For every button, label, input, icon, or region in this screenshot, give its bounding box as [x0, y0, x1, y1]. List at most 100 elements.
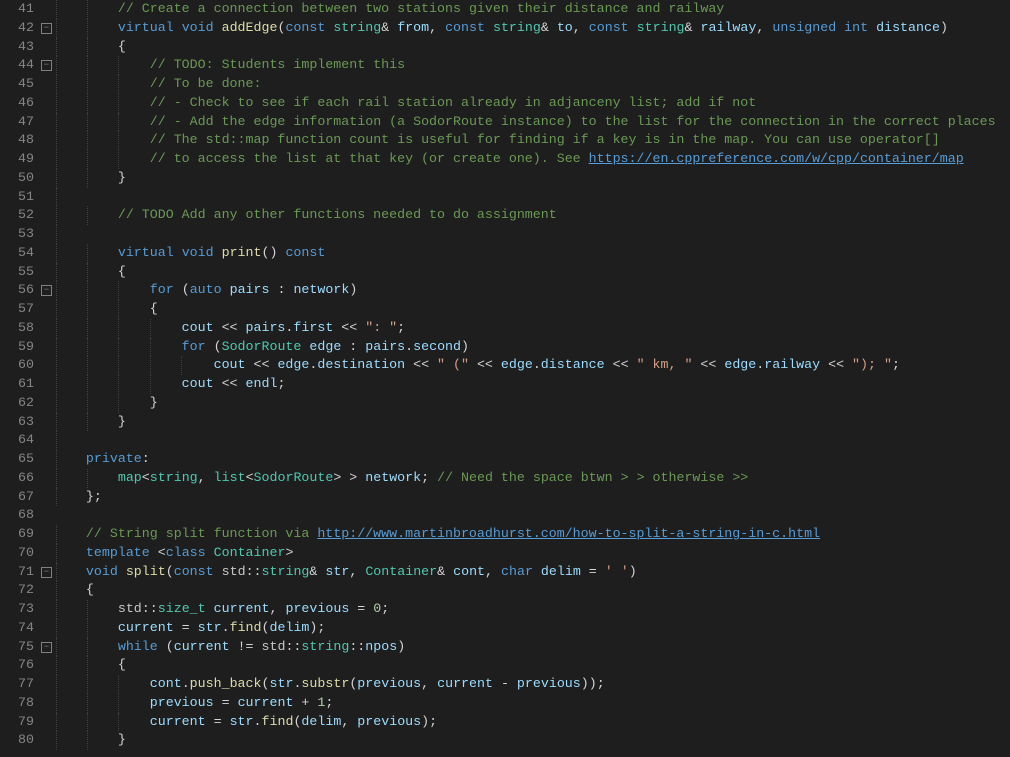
- code-token: cont: [453, 564, 485, 579]
- indent-guide: [56, 413, 57, 432]
- indent-guide: [87, 731, 88, 750]
- code-token: // Create a connection between two stati…: [118, 1, 724, 16]
- code-token: ): [461, 339, 469, 354]
- fold-toggle-icon[interactable]: −: [41, 642, 52, 653]
- code-token: }: [54, 395, 158, 410]
- code-token: (: [166, 564, 174, 579]
- indent-guide: [87, 675, 88, 694]
- line-number: 57: [0, 300, 34, 319]
- line-number: 65: [0, 450, 34, 469]
- code-line[interactable]: cout << pairs.first << ": ";: [54, 319, 1010, 338]
- code-token: find: [262, 714, 294, 729]
- code-token: std: [262, 639, 286, 654]
- code-token: // To be done:: [150, 76, 262, 91]
- code-line[interactable]: // String split function via http://www.…: [54, 525, 1010, 544]
- indent-guide: [56, 600, 57, 619]
- indent-guide: [87, 300, 88, 319]
- line-number: 73: [0, 600, 34, 619]
- fold-toggle-icon[interactable]: −: [41, 285, 52, 296]
- code-line[interactable]: {: [54, 38, 1010, 57]
- code-line[interactable]: }: [54, 394, 1010, 413]
- indent-guide: [118, 300, 119, 319]
- code-line[interactable]: void split(const std::string& str, Conta…: [54, 563, 1010, 582]
- code-token: void: [182, 20, 214, 35]
- line-number: 66: [0, 469, 34, 488]
- indent-guide: [87, 656, 88, 675]
- code-line[interactable]: [54, 225, 1010, 244]
- code-token: str: [198, 620, 222, 635]
- code-line[interactable]: virtual void print() const: [54, 244, 1010, 263]
- line-number: 48: [0, 131, 34, 150]
- code-line[interactable]: [54, 431, 1010, 450]
- fold-toggle-icon[interactable]: −: [41, 60, 52, 71]
- code-line[interactable]: map<string, list<SodorRoute> > network; …: [54, 469, 1010, 488]
- code-line[interactable]: {: [54, 300, 1010, 319]
- indent-guide: [118, 131, 119, 150]
- line-number: 62: [0, 394, 34, 413]
- code-line[interactable]: // to access the list at that key (or cr…: [54, 150, 1010, 169]
- indent-guide: [56, 131, 57, 150]
- code-line[interactable]: cont.push_back(str.substr(previous, curr…: [54, 675, 1010, 694]
- code-token: std: [222, 564, 246, 579]
- indent-guide: [87, 38, 88, 57]
- code-token: <<: [214, 376, 246, 391]
- code-line[interactable]: // - Check to see if each rail station a…: [54, 94, 1010, 113]
- indent-guide: [118, 338, 119, 357]
- code-line[interactable]: current = str.find(delim, previous);: [54, 713, 1010, 732]
- code-line[interactable]: std::size_t current, previous = 0;: [54, 600, 1010, 619]
- code-line[interactable]: previous = current + 1;: [54, 694, 1010, 713]
- code-token: // String split function via: [86, 526, 317, 541]
- code-line[interactable]: // Create a connection between two stati…: [54, 0, 1010, 19]
- code-token: http://www.martinbroadhurst.com/how-to-s…: [317, 526, 820, 541]
- indent-guide: [56, 113, 57, 132]
- code-token: ;: [277, 376, 285, 391]
- code-line[interactable]: }: [54, 169, 1010, 188]
- fold-toggle-icon[interactable]: −: [41, 23, 52, 34]
- code-token: <: [246, 470, 254, 485]
- code-line[interactable]: // The std::map function count is useful…: [54, 131, 1010, 150]
- code-token: network: [293, 282, 349, 297]
- line-number: 80: [0, 731, 34, 750]
- code-line[interactable]: }: [54, 413, 1010, 432]
- code-area[interactable]: // Create a connection between two stati…: [54, 0, 1010, 757]
- code-line[interactable]: current = str.find(delim);: [54, 619, 1010, 638]
- code-token: second: [413, 339, 461, 354]
- code-token: const: [285, 20, 325, 35]
- code-line[interactable]: virtual void addEdge(const string& from,…: [54, 19, 1010, 38]
- line-number: 78: [0, 694, 34, 713]
- code-token: > >: [333, 470, 365, 485]
- code-editor[interactable]: 4142434445464748495051525354555657585960…: [0, 0, 1010, 757]
- code-line[interactable]: cout << edge.destination << " (" << edge…: [54, 356, 1010, 375]
- code-line[interactable]: while (current != std::string::npos): [54, 638, 1010, 657]
- code-token: {: [54, 657, 126, 672]
- code-line[interactable]: for (auto pairs : network): [54, 281, 1010, 300]
- code-token: ;: [397, 320, 405, 335]
- code-line[interactable]: {: [54, 656, 1010, 675]
- code-line[interactable]: [54, 506, 1010, 525]
- code-line[interactable]: cout << endl;: [54, 375, 1010, 394]
- code-token: auto: [190, 282, 222, 297]
- code-line[interactable]: [54, 188, 1010, 207]
- code-line[interactable]: // TODO Add any other functions needed t…: [54, 206, 1010, 225]
- code-line[interactable]: {: [54, 263, 1010, 282]
- line-number: 77: [0, 675, 34, 694]
- code-line[interactable]: // TODO: Students implement this: [54, 56, 1010, 75]
- fold-toggle-icon[interactable]: −: [41, 567, 52, 578]
- code-line[interactable]: };: [54, 488, 1010, 507]
- line-number: 55: [0, 263, 34, 282]
- code-line[interactable]: }: [54, 731, 1010, 750]
- code-line[interactable]: // - Add the edge information (a SodorRo…: [54, 113, 1010, 132]
- code-line[interactable]: {: [54, 581, 1010, 600]
- code-line[interactable]: template <class Container>: [54, 544, 1010, 563]
- code-token: template: [86, 545, 150, 560]
- code-token: ,: [429, 20, 445, 35]
- code-token: edge: [724, 357, 756, 372]
- code-token: [54, 151, 150, 166]
- code-line[interactable]: // To be done:: [54, 75, 1010, 94]
- code-line[interactable]: private:: [54, 450, 1010, 469]
- code-token: edge: [277, 357, 309, 372]
- fold-column[interactable]: − − − − −: [40, 0, 54, 757]
- code-line[interactable]: for (SodorRoute edge : pairs.second): [54, 338, 1010, 357]
- code-token: // Need the space btwn > > otherwise >>: [437, 470, 748, 485]
- line-number: 59: [0, 338, 34, 357]
